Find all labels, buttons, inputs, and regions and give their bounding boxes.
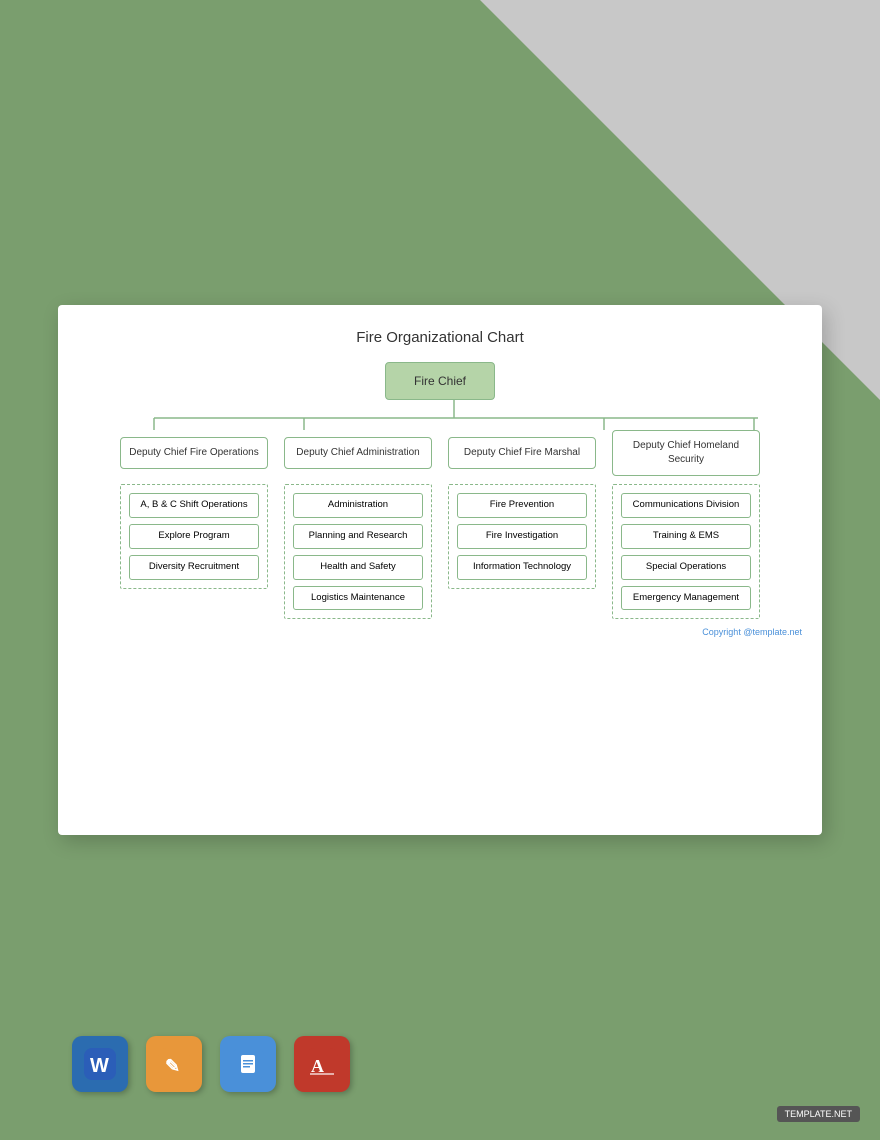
org-chart: Fire Chief Deputy Chief Fire Operations … [78, 362, 802, 619]
columns-area: Deputy Chief Fire Operations A, B & C Sh… [78, 430, 802, 619]
svg-text:W: W [90, 1055, 109, 1077]
item-training-ems: Training & EMS [621, 524, 751, 549]
deputy-box-2: Deputy Chief Administration [284, 437, 432, 469]
top-connectors [78, 400, 802, 430]
item-administration: Administration [293, 493, 423, 518]
item-fire-prevention: Fire Prevention [457, 493, 587, 518]
pages-icon[interactable]: ✎ [146, 1036, 202, 1092]
item-special-operations: Special Operations [621, 555, 751, 580]
col4-items: Communications Division Training & EMS S… [612, 484, 760, 619]
col1-items: A, B & C Shift Operations Explore Progra… [120, 484, 268, 588]
top-level: Fire Chief [78, 362, 802, 400]
item-emergency-management: Emergency Management [621, 586, 751, 611]
deputy-box-4: Deputy Chief Homeland Security [612, 430, 760, 476]
column-1: Deputy Chief Fire Operations A, B & C Sh… [118, 430, 270, 619]
item-logistics-maintenance: Logistics Maintenance [293, 586, 423, 611]
word-icon[interactable]: W [72, 1036, 128, 1092]
deputy-box-1: Deputy Chief Fire Operations [120, 437, 268, 469]
col4-header: Deputy Chief Homeland Security [612, 430, 760, 476]
item-communications-division: Communications Division [621, 493, 751, 518]
copyright-link[interactable]: @template.net [743, 627, 802, 637]
col2-header: Deputy Chief Administration [284, 430, 432, 476]
chart-title: Fire Organizational Chart [78, 329, 802, 346]
fire-chief-box: Fire Chief [385, 362, 495, 400]
main-card: Fire Organizational Chart Fire Chief Dep… [58, 305, 822, 835]
item-diversity-recruitment: Diversity Recruitment [129, 555, 259, 580]
col3-header: Deputy Chief Fire Marshal [448, 430, 596, 476]
column-2: Deputy Chief Administration Administrati… [282, 430, 434, 619]
column-4: Deputy Chief Homeland Security Communica… [610, 430, 762, 619]
item-a-b-c-shift: A, B & C Shift Operations [129, 493, 259, 518]
bottom-icons: W ✎ A [72, 1036, 350, 1092]
pdf-icon[interactable]: A [294, 1036, 350, 1092]
col3-items: Fire Prevention Fire Investigation Infor… [448, 484, 596, 588]
gdocs-icon[interactable] [220, 1036, 276, 1092]
deputy-box-3: Deputy Chief Fire Marshal [448, 437, 596, 469]
column-3: Deputy Chief Fire Marshal Fire Preventio… [446, 430, 598, 619]
svg-text:✎: ✎ [165, 1056, 180, 1076]
copyright: Copyright @template.net [78, 627, 802, 637]
item-explore-program: Explore Program [129, 524, 259, 549]
item-info-technology: Information Technology [457, 555, 587, 580]
item-fire-investigation: Fire Investigation [457, 524, 587, 549]
col2-items: Administration Planning and Research Hea… [284, 484, 432, 619]
item-planning-research: Planning and Research [293, 524, 423, 549]
watermark-badge: TEMPLATE.NET [777, 1106, 860, 1122]
item-health-safety: Health and Safety [293, 555, 423, 580]
col1-header: Deputy Chief Fire Operations [120, 430, 268, 476]
